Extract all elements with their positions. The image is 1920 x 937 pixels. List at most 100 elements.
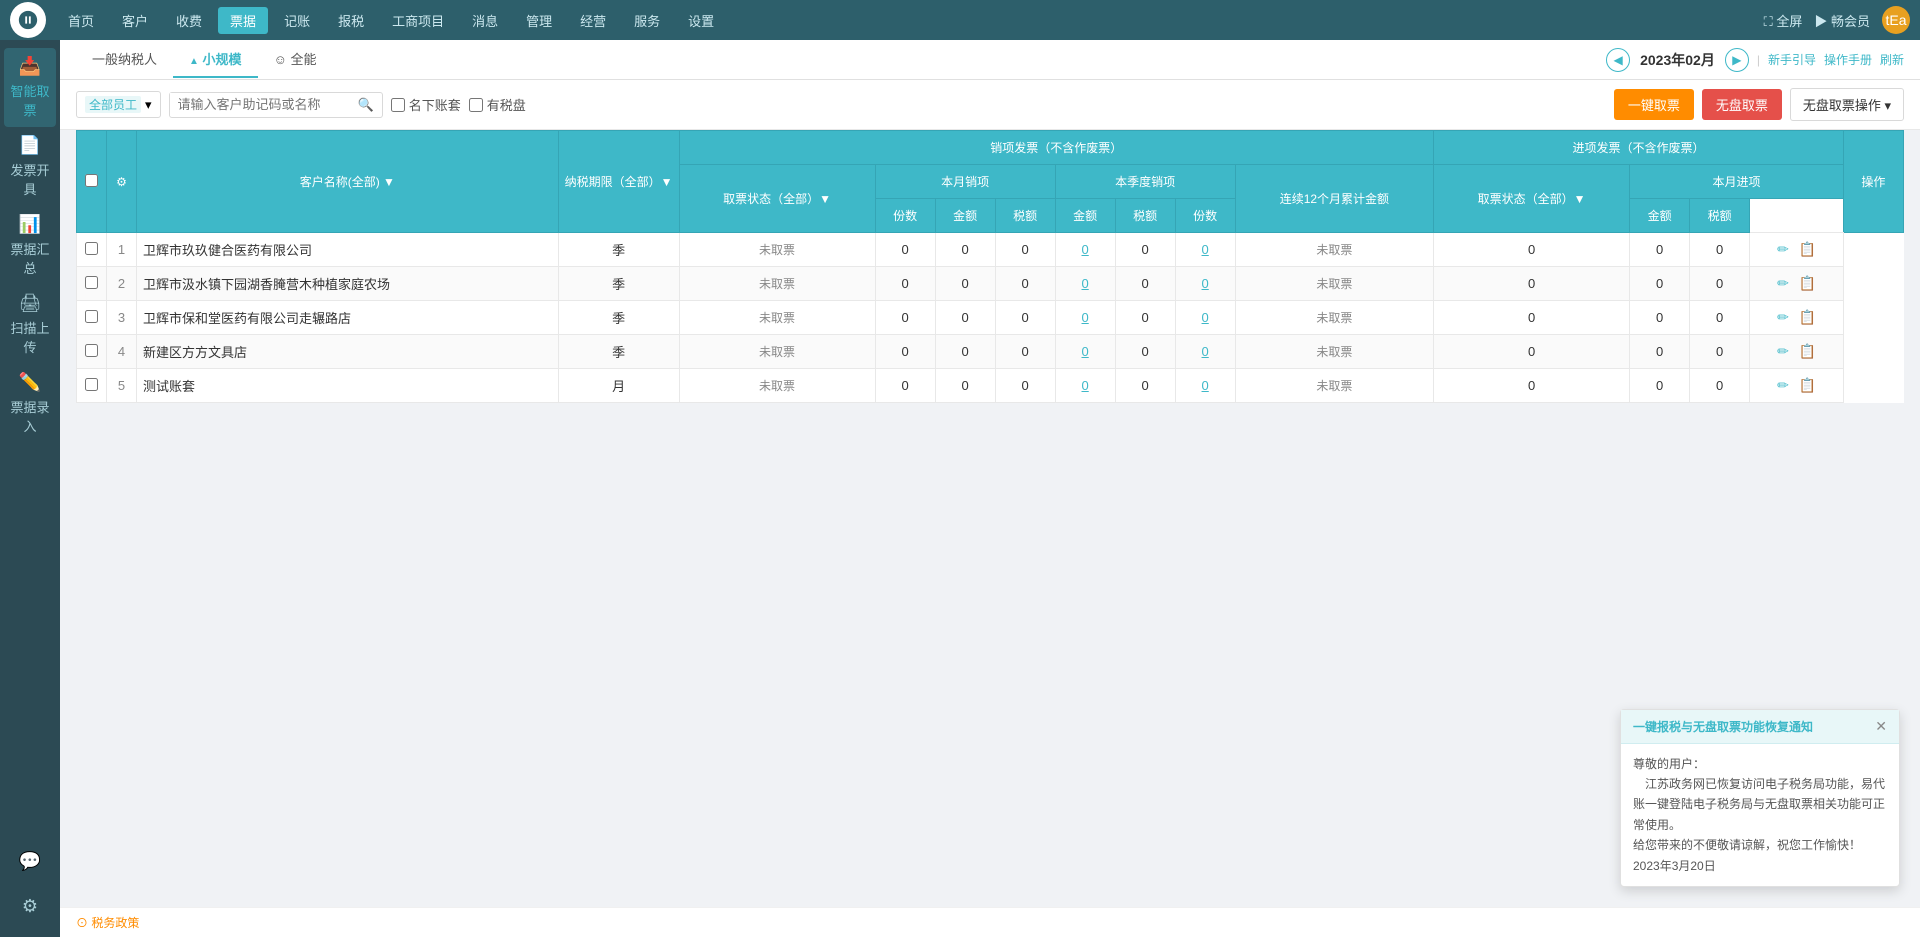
detail-icon[interactable]: 📋	[1798, 377, 1815, 393]
th-purchase-amount: 金额	[1630, 199, 1690, 233]
row-sales-month-amount: 0	[935, 335, 995, 369]
new-guide-btn[interactable]: 新手引导	[1768, 51, 1816, 68]
select-all-checkbox[interactable]	[85, 174, 98, 187]
checkbox-own-accounts[interactable]: 名下账套	[391, 95, 461, 114]
sidebar: 📥智能取票📄发票开具📊票据汇总🖨扫描上传✏️票据录入 💬 ⚙	[0, 40, 60, 937]
employee-filter[interactable]: 全部员工 ▾	[76, 91, 161, 118]
period-prev-btn[interactable]: ◀	[1606, 48, 1630, 72]
detail-icon[interactable]: 📋	[1798, 309, 1815, 325]
nav-item-客户[interactable]: 客户	[110, 7, 160, 34]
one-click-ticket-btn[interactable]: 一键取票	[1614, 89, 1694, 120]
tab-general-taxpayer[interactable]: 一般纳税人	[76, 41, 173, 78]
nav-right: ⛶ 全屏 ▶ 畅会员 tEa	[1764, 6, 1910, 34]
nav-item-首页[interactable]: 首页	[56, 7, 106, 34]
table-row: 1 卫辉市玖玖健合医药有限公司 季 未取票 0 0 0 0 0 0 未取票 0 …	[77, 233, 1904, 267]
sidebar-item-票据汇总[interactable]: 📊票据汇总	[4, 206, 56, 285]
row-checkbox[interactable]	[85, 276, 98, 289]
edit-icon[interactable]: ✏	[1777, 275, 1789, 291]
diskless-ticket-btn[interactable]: 无盘取票	[1702, 89, 1782, 120]
sidebar-bottom-item[interactable]: ⚙	[4, 888, 56, 925]
member-btn[interactable]: ▶ 畅会员	[1814, 11, 1870, 30]
sidebar-label: 票据汇总	[8, 239, 52, 277]
nav-item-记账[interactable]: 记账	[272, 7, 322, 34]
row-checkbox[interactable]	[85, 344, 98, 357]
nav-item-服务[interactable]: 服务	[622, 7, 672, 34]
row-client-name: 卫辉市保和堂医药有限公司走辗路店	[137, 301, 559, 335]
notification-close-btn[interactable]: ✕	[1875, 718, 1887, 735]
nav-item-设置[interactable]: 设置	[676, 7, 726, 34]
period-next-btn[interactable]: ▶	[1725, 48, 1749, 72]
invoice-table: ⚙ 客户名称(全部) ▼ 纳税期限（全部）▼ 销项发票（不含作废票） 进项发票（…	[76, 130, 1904, 403]
row-checkbox[interactable]	[85, 310, 98, 323]
edit-icon[interactable]: ✏	[1777, 343, 1789, 359]
nav-item-收费[interactable]: 收费	[164, 7, 214, 34]
search-wrap: 🔍	[169, 92, 383, 118]
row-checkbox[interactable]	[85, 378, 98, 391]
row-purchase-shares: 0	[1434, 301, 1630, 335]
nav-item-工商项目[interactable]: 工商项目	[380, 7, 456, 34]
th-actions: 操作	[1843, 131, 1903, 233]
checkbox-has-tax-disk[interactable]: 有税盘	[469, 95, 526, 114]
toolbar-right: 一键取票 无盘取票 无盘取票操作 ▾	[1614, 88, 1904, 121]
fullscreen-btn[interactable]: ⛶ 全屏	[1764, 11, 1803, 30]
row-purchase-amount: 0	[1630, 233, 1690, 267]
row-num: 1	[107, 233, 137, 267]
row-sales-quarter-tax: 0	[1115, 301, 1175, 335]
search-button[interactable]: 🔍	[350, 93, 382, 117]
row-checkbox-cell[interactable]	[77, 335, 107, 369]
th-settings-icon[interactable]: ⚙	[107, 131, 137, 233]
row-checkbox-cell[interactable]	[77, 301, 107, 335]
sidebar-item-发票开具[interactable]: 📄发票开具	[4, 127, 56, 206]
row-period: 季	[558, 301, 679, 335]
page-tabs-row: 一般纳税人 ▲ 小规模 ☺ 全能 ◀ 2023年02月 ▶ | 新手引导 操作手…	[60, 40, 1920, 80]
sidebar-item-智能取票[interactable]: 📥智能取票	[4, 48, 56, 127]
nav-item-报税[interactable]: 报税	[326, 7, 376, 34]
row-checkbox-cell[interactable]	[77, 233, 107, 267]
row-checkbox-cell[interactable]	[77, 267, 107, 301]
row-purchase-tax: 0	[1690, 301, 1750, 335]
refresh-btn[interactable]: 刷新	[1880, 51, 1904, 68]
row-checkbox[interactable]	[85, 242, 98, 255]
sidebar-bottom-item[interactable]: 💬	[4, 843, 56, 880]
row-actions: ✏ 📋	[1750, 267, 1844, 301]
nav-item-经营[interactable]: 经营	[568, 7, 618, 34]
th-monthly-sales: 本月销项	[875, 165, 1055, 199]
sidebar-bottom-icon: ⚙	[22, 896, 38, 917]
detail-icon[interactable]: 📋	[1798, 343, 1815, 359]
row-sales-month-tax: 0	[995, 267, 1055, 301]
row-sales-status: 未取票	[679, 335, 875, 369]
row-purchase-shares: 0	[1434, 335, 1630, 369]
detail-icon[interactable]: 📋	[1798, 241, 1815, 257]
notification-title: 一键报税与无盘取票功能恢复通知	[1633, 718, 1813, 735]
row-sales-month-amount: 0	[935, 267, 995, 301]
th-purchase-invoice-group: 进项发票（不含作废票）	[1434, 131, 1844, 165]
own-accounts-checkbox[interactable]	[391, 98, 405, 112]
row-sales-month-shares: 0	[875, 335, 935, 369]
row-actions: ✏ 📋	[1750, 369, 1844, 403]
tax-policy-footer[interactable]: ⊙ 税务政策	[60, 907, 1920, 937]
avatar[interactable]: tEa	[1882, 6, 1910, 34]
has-tax-disk-checkbox[interactable]	[469, 98, 483, 112]
nav-item-消息[interactable]: 消息	[460, 7, 510, 34]
nav-item-票据[interactable]: 票据	[218, 7, 268, 34]
row-sales-cumulative: 0	[1175, 267, 1235, 301]
sidebar-item-扫描上传[interactable]: 🖨扫描上传	[4, 285, 56, 364]
row-client-name: 卫辉市玖玖健合医药有限公司	[137, 233, 559, 267]
th-purchase-tax: 税额	[1690, 199, 1750, 233]
row-period: 月	[558, 369, 679, 403]
row-purchase-tax: 0	[1690, 267, 1750, 301]
edit-icon[interactable]: ✏	[1777, 377, 1789, 393]
has-tax-disk-label: 有税盘	[487, 95, 526, 114]
manual-btn[interactable]: 操作手册	[1824, 51, 1872, 68]
detail-icon[interactable]: 📋	[1798, 275, 1815, 291]
search-input[interactable]	[170, 93, 350, 116]
edit-icon[interactable]: ✏	[1777, 241, 1789, 257]
sidebar-item-票据录入[interactable]: ✏️票据录入	[4, 364, 56, 443]
chevron-down-icon: ▾	[145, 97, 152, 113]
tab-all-capable[interactable]: ☺ 全能	[258, 41, 333, 78]
edit-icon[interactable]: ✏	[1777, 309, 1789, 325]
nav-item-管理[interactable]: 管理	[514, 7, 564, 34]
tab-small-scale[interactable]: ▲ 小规模	[173, 41, 258, 78]
row-checkbox-cell[interactable]	[77, 369, 107, 403]
diskless-ticket-op-btn[interactable]: 无盘取票操作 ▾	[1790, 88, 1904, 121]
